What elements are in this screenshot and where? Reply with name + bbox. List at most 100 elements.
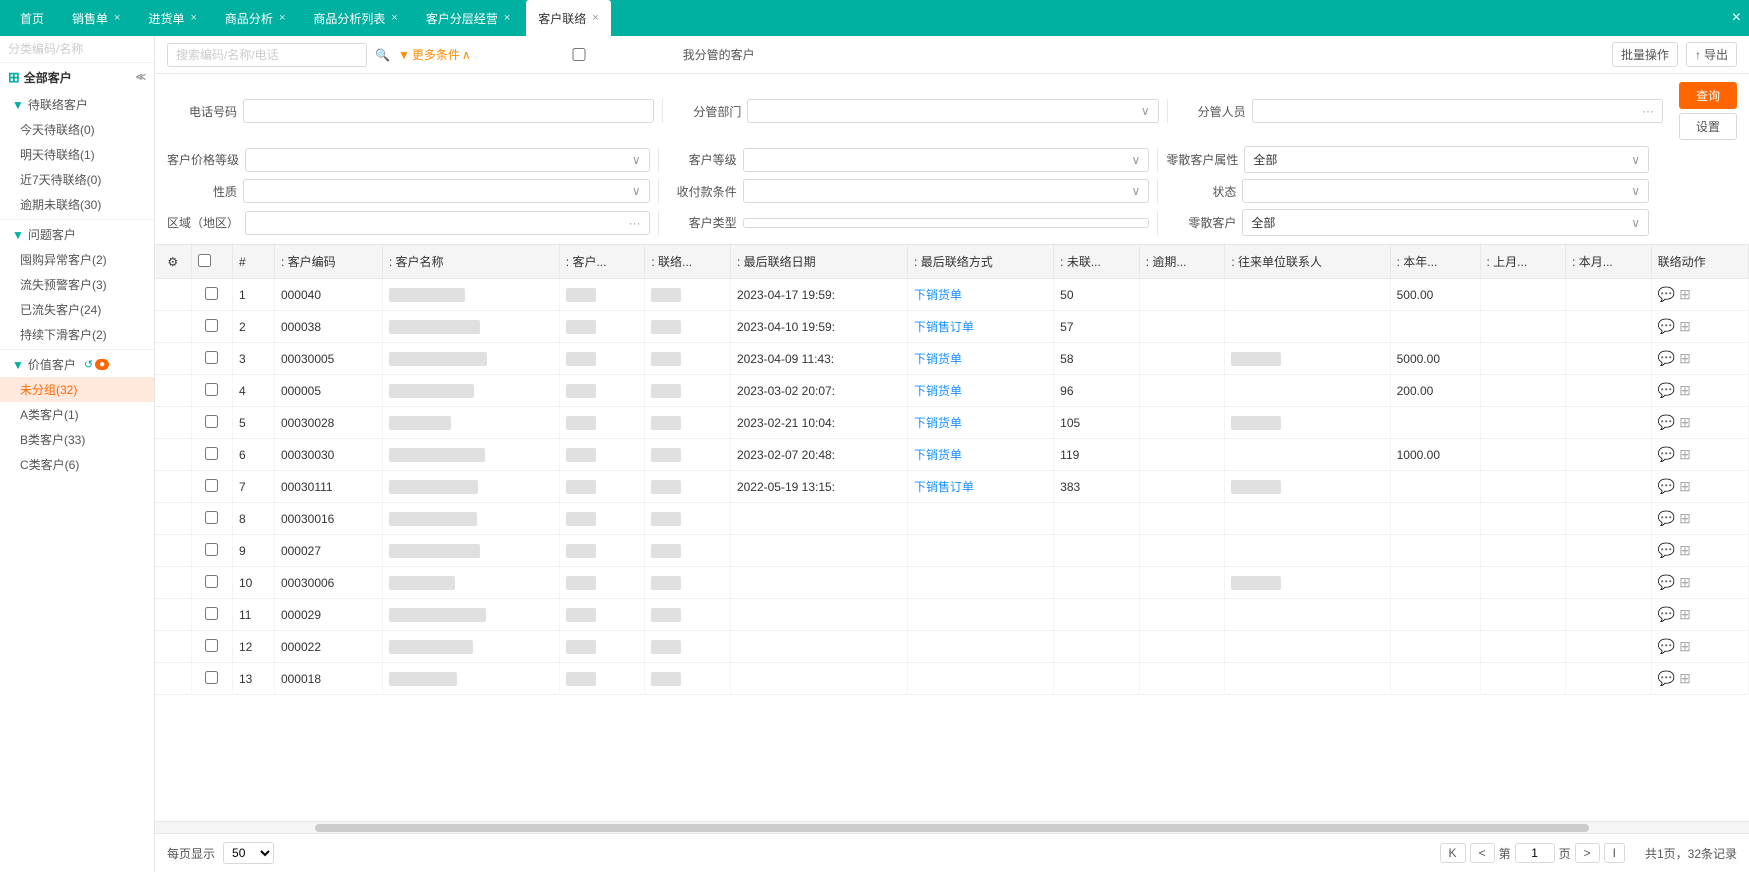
my-customers-checkbox[interactable]: 我分管的客户 [479,46,755,63]
col-last-month[interactable]: : 上月... [1480,245,1566,279]
per-page-select[interactable]: 50 100 200 [223,842,274,864]
contact-method-link[interactable]: 下销货单 [914,288,962,302]
sidebar-item-churned[interactable]: 已流失客户(24) [0,297,154,322]
col-type[interactable]: : 客户... [559,245,645,279]
col-no-contact[interactable]: : 未联... [1054,245,1140,279]
grid-icon[interactable]: ⊞ [1679,478,1691,495]
contact-method-link[interactable]: 下销售订单 [914,480,974,494]
nav-customer-contact[interactable]: 客户联络 × [526,0,610,36]
cell-checkbox[interactable] [191,503,232,535]
scrollbar-thumb[interactable] [315,824,1589,832]
my-customers-check[interactable] [479,48,679,61]
filter-payment-select[interactable]: ∨ [743,179,1150,203]
batch-operation-btn[interactable]: 批量操作 [1612,42,1678,67]
search-input[interactable] [167,43,367,67]
export-btn[interactable]: ↑ 导出 [1686,42,1737,67]
cell-checkbox[interactable] [191,535,232,567]
filter-sparse-attr-select[interactable]: 全部 ∨ [1244,146,1649,173]
sidebar-item-today[interactable]: 今天待联络(0) [0,117,154,142]
contact-method-link[interactable]: 下销货单 [914,352,962,366]
first-page-btn[interactable]: K [1440,843,1466,863]
chat-icon[interactable]: 💬 [1658,574,1675,591]
contact-method-link[interactable]: 下销售订单 [914,320,974,334]
cell-last-contact-method[interactable]: 下销货单 [908,343,1054,375]
row-checkbox[interactable] [205,415,218,428]
cell-last-contact-method[interactable]: 下销售订单 [908,471,1054,503]
search-icon[interactable]: 🔍 [375,48,390,62]
cell-checkbox[interactable] [191,631,232,663]
filter-customer-level-select[interactable]: ∨ [743,148,1150,172]
cell-last-contact-method[interactable]: 下销售订单 [908,311,1054,343]
row-checkbox[interactable] [205,607,218,620]
sidebar-search-bar[interactable]: 🔍 [0,36,154,63]
nav-analysis-list[interactable]: 商品分析列表 × [301,0,409,36]
col-last-contact-method[interactable]: : 最后联络方式 [908,245,1054,279]
chat-icon[interactable]: 💬 [1658,606,1675,623]
nav-customer-mgr[interactable]: 客户分层经营 × [414,0,522,36]
col-settings[interactable]: ⚙ [155,245,191,279]
chat-icon[interactable]: 💬 [1658,286,1675,303]
cell-checkbox[interactable] [191,311,232,343]
row-checkbox[interactable] [205,511,218,524]
filter-price-level-select[interactable]: ∨ [245,148,650,172]
nav-purchase[interactable]: 进货单 × [136,0,208,36]
nav-analysis-list-close[interactable]: × [391,12,397,24]
grid-icon[interactable]: ⊞ [1679,670,1691,687]
row-checkbox[interactable] [205,287,218,300]
cell-last-contact-method[interactable]: 下销货单 [908,439,1054,471]
cell-checkbox[interactable] [191,663,232,695]
prev-page-btn[interactable]: < [1470,843,1495,863]
cell-checkbox[interactable] [191,279,232,311]
horizontal-scrollbar[interactable] [155,821,1749,833]
filter-nature-select[interactable]: ∨ [243,179,650,203]
contact-method-link[interactable]: 下销货单 [914,448,962,462]
chat-icon[interactable]: 💬 [1658,638,1675,655]
sidebar-item-declining[interactable]: 持续下滑客户(2) [0,322,154,347]
filter-manager-select[interactable]: ··· [1252,99,1663,123]
last-page-btn[interactable]: I [1604,843,1625,863]
next-page-btn[interactable]: > [1575,843,1600,863]
cell-checkbox[interactable] [191,375,232,407]
chat-icon[interactable]: 💬 [1658,670,1675,687]
col-overdue[interactable]: : 逾期... [1139,245,1225,279]
chat-icon[interactable]: 💬 [1658,478,1675,495]
cell-checkbox[interactable] [191,407,232,439]
grid-icon[interactable]: ⊞ [1679,286,1691,303]
grid-icon[interactable]: ⊞ [1679,574,1691,591]
select-all-checkbox[interactable] [198,254,211,267]
cell-last-contact-method[interactable]: 下销货单 [908,375,1054,407]
col-contact[interactable]: : 联络... [645,245,731,279]
row-checkbox[interactable] [205,447,218,460]
contact-method-link[interactable]: 下销货单 [914,384,962,398]
cell-checkbox[interactable] [191,439,232,471]
sidebar-item-overdue[interactable]: 逾期未联络(30) [0,192,154,217]
refresh-icon[interactable]: ↺ [84,358,93,371]
grid-icon[interactable]: ⊞ [1679,638,1691,655]
cell-checkbox[interactable] [191,471,232,503]
filter-status-select[interactable]: ∨ [1242,179,1649,203]
sidebar-item-7days[interactable]: 近7天待联络(0) [0,167,154,192]
chat-icon[interactable]: 💬 [1658,542,1675,559]
row-checkbox[interactable] [205,671,218,684]
sidebar-group-value[interactable]: ▼ 价值客户 ↺ ● [0,352,154,377]
sidebar-search-input[interactable] [8,42,155,56]
sidebar-item-a-class[interactable]: A类客户(1) [0,402,154,427]
cell-last-contact-method[interactable]: 下销货单 [908,407,1054,439]
grid-icon[interactable]: ⊞ [1679,510,1691,527]
window-close-icon[interactable]: × [1732,9,1741,27]
query-btn[interactable]: 查询 [1679,82,1737,109]
grid-icon[interactable]: ⊞ [1679,542,1691,559]
row-checkbox[interactable] [205,351,218,364]
sidebar-item-unclassified[interactable]: 未分组(32) [0,377,154,402]
sidebar-item-tomorrow[interactable]: 明天待联络(1) [0,142,154,167]
nav-sales[interactable]: 销售单 × [60,0,132,36]
chat-icon[interactable]: 💬 [1658,350,1675,367]
col-name[interactable]: : 客户名称 [382,245,559,279]
nav-home[interactable]: 首页 [8,0,56,36]
chat-icon[interactable]: 💬 [1658,382,1675,399]
chat-icon[interactable]: 💬 [1658,510,1675,527]
contact-method-link[interactable]: 下销货单 [914,416,962,430]
row-checkbox[interactable] [205,575,218,588]
sidebar-group-pending[interactable]: ▼ 待联络客户 [0,92,154,117]
filter-sparse-customer-select[interactable]: 全部 ∨ [1242,209,1649,236]
